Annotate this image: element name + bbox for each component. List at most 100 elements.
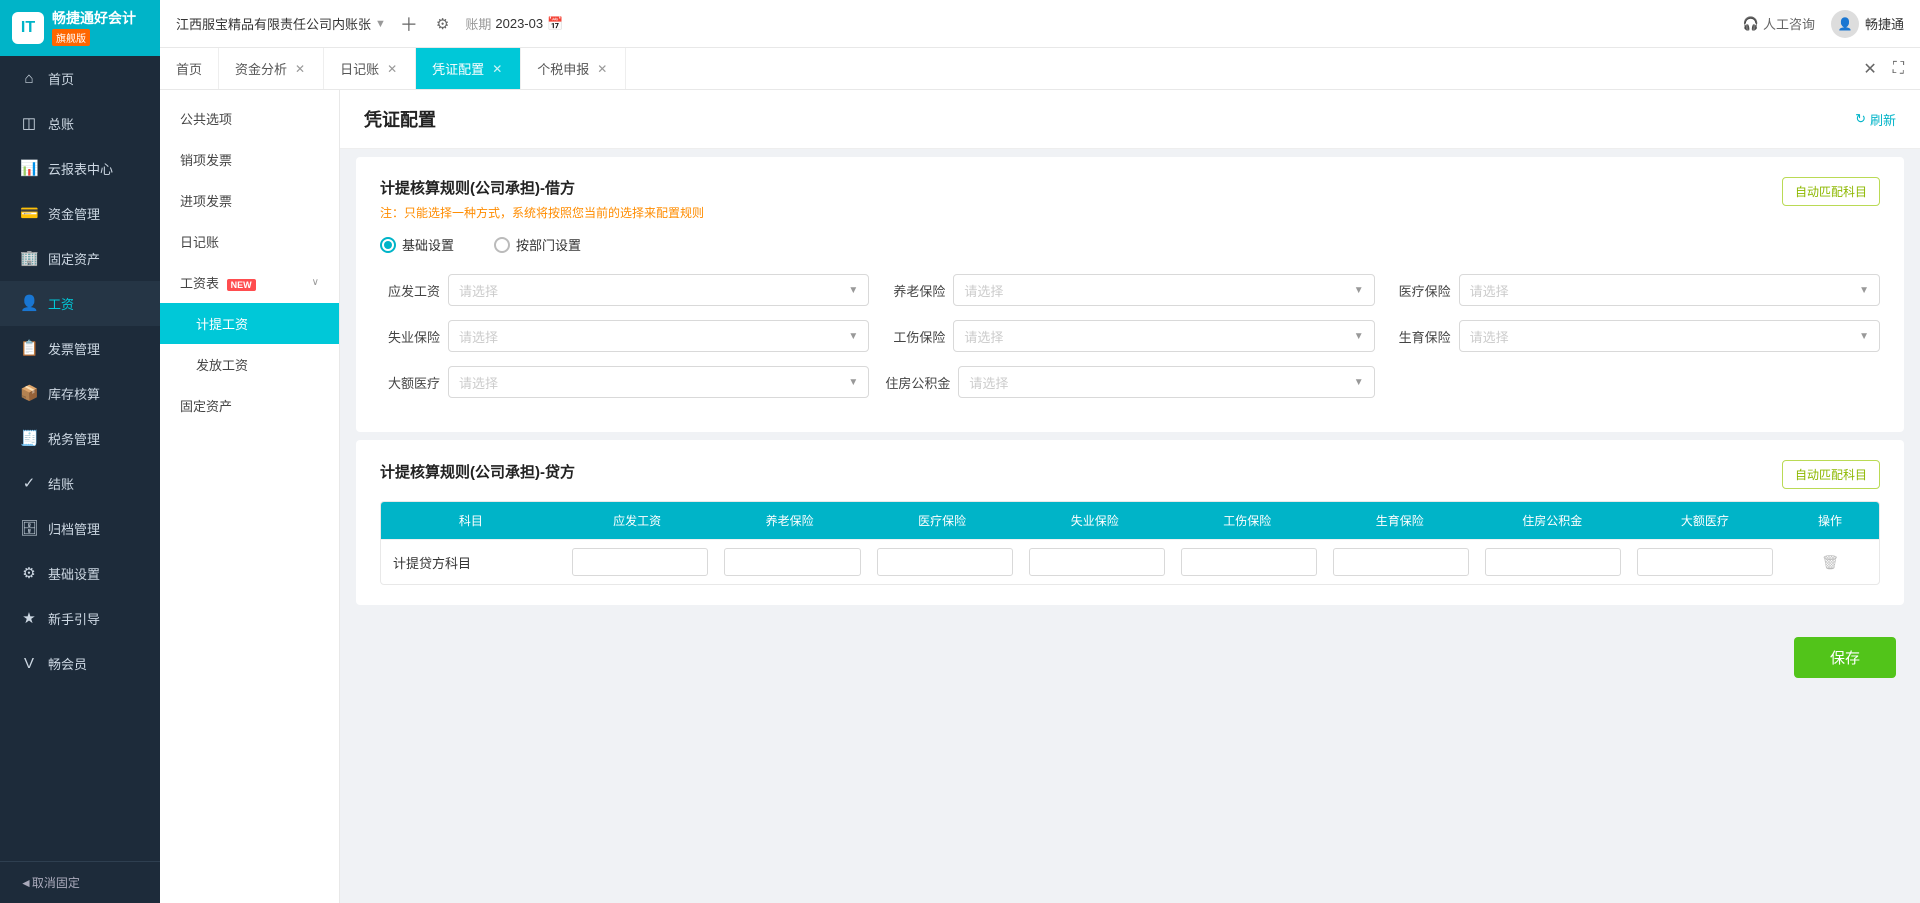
add-account-button[interactable]: ＋ — [394, 11, 424, 37]
sidebar-item-archive[interactable]: 🗄 归档管理 — [0, 506, 160, 551]
select-dae[interactable]: 请选择 ▼ — [448, 366, 869, 398]
left-menu-payroll-header[interactable]: 工资表 NEW ∨ — [160, 262, 339, 303]
sidebar-logo[interactable]: IT 畅捷通好会计 旗舰版 — [0, 0, 160, 56]
sidebar-item-funds[interactable]: 💳 资金管理 — [0, 191, 160, 236]
delete-row-button[interactable]: 🗑 — [1821, 554, 1839, 571]
chevron-down-icon: ▼ — [1354, 285, 1364, 296]
field-zhufang: 住房公积金 请选择 ▼ — [885, 366, 1374, 398]
calendar-icon[interactable]: 📅 — [547, 16, 563, 32]
vip-icon: V — [20, 655, 38, 672]
support-button[interactable]: 🎧 人工咨询 — [1743, 14, 1815, 33]
label-shiye: 失业保险 — [380, 327, 440, 346]
input-yiliao[interactable] — [877, 548, 1013, 576]
left-menu-payroll-group: 工资表 NEW ∨ 计提工资 发放工资 — [160, 262, 339, 385]
headset-icon: 🎧 — [1743, 16, 1759, 32]
input-yanglao[interactable] — [724, 548, 860, 576]
section1-card: 计提核算规则(公司承担)-借方 注：只能选择一种方式，系统将按照您当前的选择来配… — [356, 157, 1904, 432]
logo-text: 畅捷通好会计 — [52, 10, 136, 27]
label-zhufang: 住房公积金 — [885, 373, 950, 392]
chevron-down-icon: ▼ — [848, 285, 858, 296]
table-row: 计提贷方科目 — [381, 539, 1879, 584]
cell-shengyu — [1325, 540, 1477, 584]
tab-home[interactable]: 首页 — [160, 48, 219, 89]
sidebar-item-checkout[interactable]: ✓ 结账 — [0, 461, 160, 506]
input-shengyu[interactable] — [1333, 548, 1469, 576]
input-shiye[interactable] — [1029, 548, 1165, 576]
left-menu-fixed-assets[interactable]: 固定资产 — [160, 385, 339, 426]
company-selector[interactable]: 江西服宝精品有限责任公司内账张 ▼ — [176, 14, 386, 33]
close-tab-button[interactable]: ✕ — [1859, 55, 1880, 83]
settings-icon: ⚙ — [20, 564, 38, 582]
sidebar-item-payroll[interactable]: 👤 工资 — [0, 281, 160, 326]
input-gongshang[interactable] — [1181, 548, 1317, 576]
select-yanglao[interactable]: 请选择 ▼ — [953, 274, 1374, 306]
sidebar-item-settings[interactable]: ⚙ 基础设置 — [0, 551, 160, 596]
select-yiliao[interactable]: 请选择 ▼ — [1459, 274, 1880, 306]
tab-close-funds[interactable]: ✕ — [293, 60, 307, 78]
input-dae[interactable] — [1637, 548, 1773, 576]
select-shengyu[interactable]: 请选择 ▼ — [1459, 320, 1880, 352]
label-dae: 大额医疗 — [380, 373, 440, 392]
form-row-2: 失业保险 请选择 ▼ 工伤保险 请选择 ▼ 生育 — [380, 320, 1880, 352]
chevron-down-icon: ▼ — [848, 377, 858, 388]
tab-close-tax[interactable]: ✕ — [595, 60, 609, 78]
logo-icon: IT — [12, 12, 44, 44]
sidebar-item-invoices[interactable]: 📋 发票管理 — [0, 326, 160, 371]
left-menu-purchase[interactable]: 进项发票 — [160, 180, 339, 221]
auto-match-button-2[interactable]: 自动匹配科目 — [1782, 460, 1880, 489]
sidebar-item-ledger[interactable]: ◫ 总账 — [0, 101, 160, 146]
left-menu-calc-payroll[interactable]: 计提工资 — [160, 303, 339, 344]
maximize-button[interactable]: ⛶ — [1889, 56, 1908, 82]
section2-card: 计提核算规则(公司承担)-贷方 自动匹配科目 科目 应发工资 养老保险 医疗保险… — [356, 440, 1904, 605]
radio-dept[interactable]: 按部门设置 — [494, 235, 581, 254]
company-arrow-icon: ▼ — [375, 18, 386, 30]
tab-tax[interactable]: 个税申报 ✕ — [521, 48, 626, 89]
tab-close-journal[interactable]: ✕ — [385, 60, 399, 78]
sidebar-item-reports[interactable]: 📊 云报表中心 — [0, 146, 160, 191]
left-menu-public[interactable]: 公共选项 — [160, 98, 339, 139]
select-gongshang[interactable]: 请选择 ▼ — [953, 320, 1374, 352]
sidebar-item-tax[interactable]: 🧾 税务管理 — [0, 416, 160, 461]
th-subject: 科目 — [381, 502, 561, 539]
label-yingfa: 应发工资 — [380, 281, 440, 300]
sidebar-item-assets[interactable]: 🏢 固定资产 — [0, 236, 160, 281]
radio-basic[interactable]: 基础设置 — [380, 235, 454, 254]
chevron-down-icon: ▼ — [848, 331, 858, 342]
left-menu-sales[interactable]: 销项发票 — [160, 139, 339, 180]
gear-button[interactable]: ⚙ — [432, 15, 453, 33]
chevron-down-icon: ▼ — [1859, 285, 1869, 296]
left-menu-journal[interactable]: 日记账 — [160, 221, 339, 262]
user-menu[interactable]: 👤 畅捷通 — [1831, 10, 1904, 38]
sidebar: IT 畅捷通好会计 旗舰版 ⌂ 首页 ◫ 总账 📊 云报表中心 💳 资金管理 🏢… — [0, 0, 160, 903]
select-zhufang[interactable]: 请选择 ▼ — [958, 366, 1374, 398]
tab-journal[interactable]: 日记账 ✕ — [324, 48, 416, 89]
tab-voucher[interactable]: 凭证配置 ✕ — [416, 48, 521, 89]
sidebar-item-inventory[interactable]: 📦 库存核算 — [0, 371, 160, 416]
refresh-button[interactable]: ↻ 刷新 — [1855, 110, 1896, 129]
ledger-icon: ◫ — [20, 114, 38, 132]
invoices-icon: 📋 — [20, 339, 38, 357]
sidebar-item-guide[interactable]: ★ 新手引导 — [0, 596, 160, 641]
field-dae: 大额医疗 请选择 ▼ — [380, 366, 869, 398]
select-yingfa[interactable]: 请选择 ▼ — [448, 274, 869, 306]
save-button[interactable]: 保存 — [1794, 637, 1896, 678]
sidebar-item-home[interactable]: ⌂ 首页 — [0, 56, 160, 101]
input-zhufang[interactable] — [1485, 548, 1621, 576]
left-menu-pay-payroll[interactable]: 发放工资 — [160, 344, 339, 385]
auto-match-button-1[interactable]: 自动匹配科目 — [1782, 177, 1880, 206]
label-gongshang: 工伤保险 — [885, 327, 945, 346]
sidebar-item-vip[interactable]: V 畅会员 — [0, 641, 160, 686]
sidebar-unpin[interactable]: ◄取消固定 — [0, 861, 160, 903]
section1-notice: 注：只能选择一种方式，系统将按照您当前的选择来配置规则 — [380, 204, 704, 221]
tab-close-voucher[interactable]: ✕ — [490, 60, 504, 78]
input-yingfa[interactable] — [572, 548, 708, 576]
assets-icon: 🏢 — [20, 249, 38, 267]
select-shiye[interactable]: 请选择 ▼ — [448, 320, 869, 352]
cell-yingfa — [564, 540, 716, 584]
tab-funds[interactable]: 资金分析 ✕ — [219, 48, 324, 89]
th-yingfa: 应发工资 — [561, 502, 714, 539]
tax-icon: 🧾 — [20, 429, 38, 447]
field-yanglao: 养老保险 请选择 ▼ — [885, 274, 1374, 306]
table-header: 科目 应发工资 养老保险 医疗保险 失业保险 工伤保险 生育保险 住房公积金 大… — [381, 502, 1879, 539]
new-badge: NEW — [227, 279, 256, 291]
